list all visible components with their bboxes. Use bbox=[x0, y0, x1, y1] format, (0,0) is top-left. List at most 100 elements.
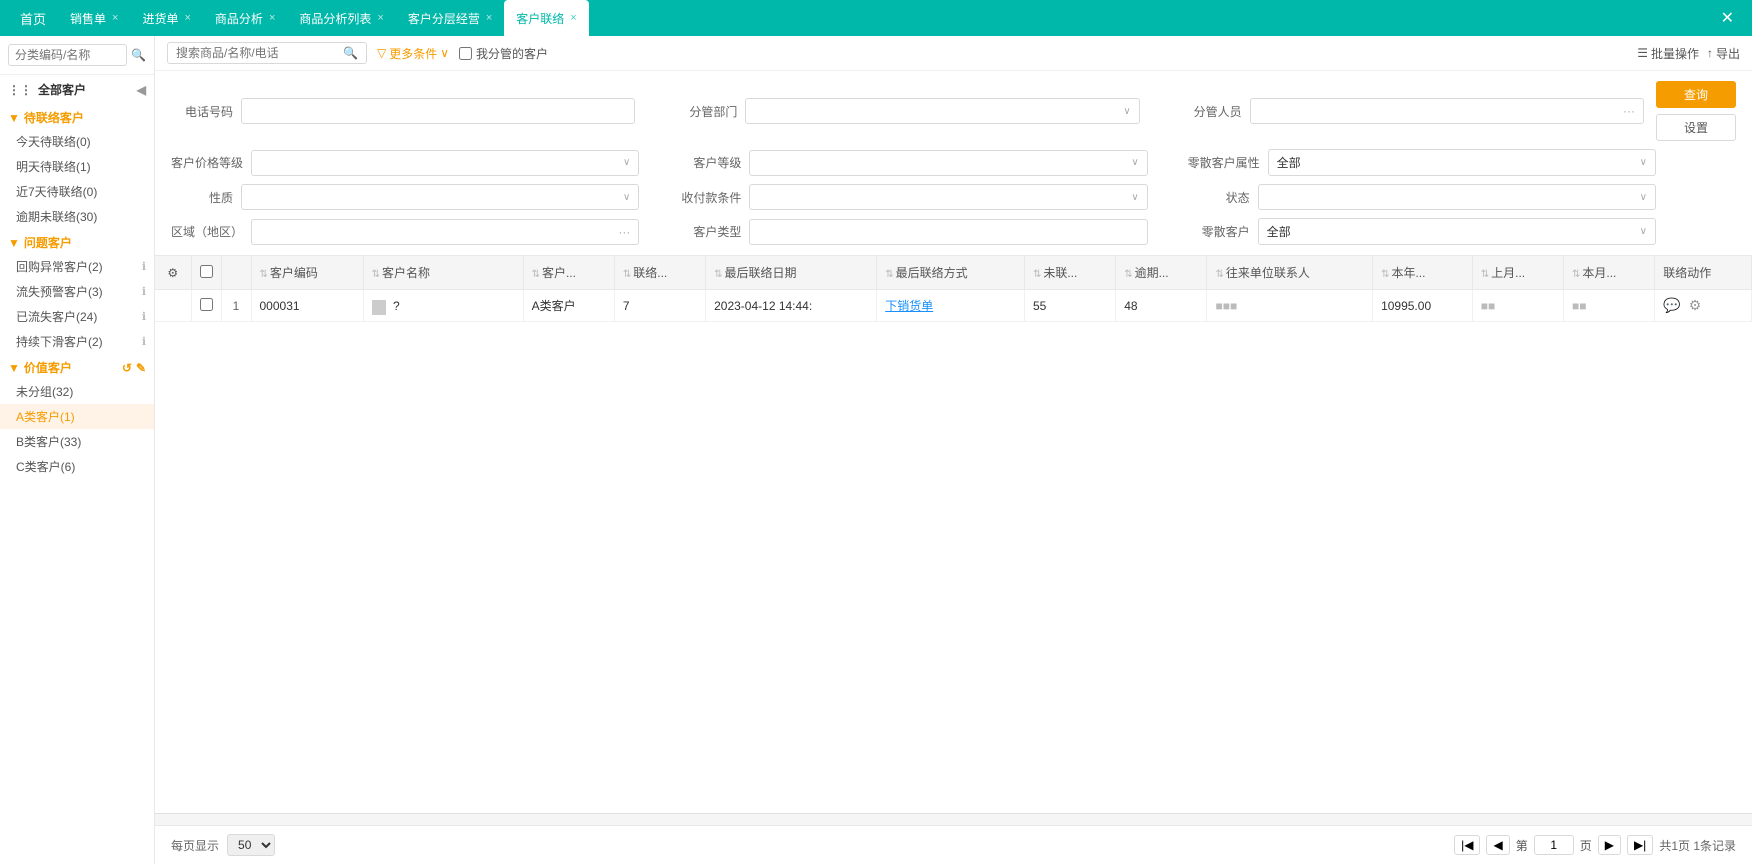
phone-select[interactable] bbox=[241, 98, 635, 124]
export-icon: ↑ bbox=[1707, 46, 1713, 60]
app-close-button[interactable]: ✕ bbox=[1711, 10, 1744, 27]
sidebar-item-b-class[interactable]: B类客户(33) bbox=[0, 429, 154, 454]
nature-select[interactable]: ∨ bbox=[241, 184, 639, 210]
triangle-icon-2: ▼ bbox=[8, 236, 20, 250]
sort-icon-uncontacted: ⇅ bbox=[1033, 269, 1041, 280]
sidebar-item-7days[interactable]: 近7天待联络(0) bbox=[0, 179, 154, 204]
nav-home[interactable]: 首页 bbox=[8, 0, 58, 36]
row-code-cell: 000031 bbox=[251, 290, 363, 322]
filter-bar-right: ☰ 批量操作 ↑ 导出 bbox=[1637, 45, 1740, 62]
value-customers-group: ▼ 价值客户 ↺ ✎ bbox=[0, 354, 154, 379]
unit-contact-value: ■■■ bbox=[1215, 299, 1237, 313]
sidebar-item-a-class[interactable]: A类客户(1) bbox=[0, 404, 154, 429]
query-button[interactable]: 查询 bbox=[1656, 81, 1736, 108]
retail-attr-select[interactable]: 全部 ∨ bbox=[1268, 149, 1656, 176]
close-analysis-list-tab[interactable]: × bbox=[377, 12, 383, 24]
payment-label: 收付款条件 bbox=[679, 189, 749, 206]
status-filter-cell: 状态 ∨ bbox=[1188, 184, 1656, 210]
customer-type-select[interactable] bbox=[749, 219, 1147, 245]
settings-button[interactable]: 设置 bbox=[1656, 114, 1736, 141]
sidebar-item-tomorrow[interactable]: 明天待联络(1) bbox=[0, 154, 154, 179]
nav-tab-customer-contact[interactable]: 客户联络 × bbox=[504, 0, 588, 36]
row-this-month-cell: ■■ bbox=[1564, 290, 1655, 322]
type-col-header[interactable]: ⇅客户... bbox=[523, 256, 614, 290]
region-filter-cell: 区域（地区） ··· bbox=[171, 219, 639, 245]
row-contact-cell: 7 bbox=[614, 290, 705, 322]
row-checkbox[interactable] bbox=[200, 298, 213, 311]
refresh-icon[interactable]: ↺ bbox=[122, 361, 132, 375]
nav-tab-purchase[interactable]: 进货单 × bbox=[130, 0, 202, 36]
settings-col-header[interactable]: ⚙ bbox=[155, 256, 191, 290]
sidebar-item-churn-warning[interactable]: 流失预警客户(3) ℹ bbox=[0, 279, 154, 304]
name-col-header[interactable]: ⇅客户名称 bbox=[363, 256, 523, 290]
chat-action-icon[interactable]: 💬 bbox=[1663, 297, 1680, 314]
contact-col-header[interactable]: ⇅联络... bbox=[614, 256, 705, 290]
problem-customers-group[interactable]: ▼ 问题客户 bbox=[0, 229, 154, 254]
last-method-col-header[interactable]: ⇅最后联络方式 bbox=[877, 256, 1025, 290]
row-num-cell: 1 bbox=[221, 290, 251, 322]
price-grade-filter-cell: 客户价格等级 ∨ bbox=[171, 150, 639, 176]
sidebar-item-churned[interactable]: 已流失客户(24) ℹ bbox=[0, 304, 154, 329]
next-page-button[interactable]: ▶ bbox=[1598, 835, 1621, 855]
horizontal-scrollbar[interactable] bbox=[155, 813, 1752, 825]
uncontacted-col-header[interactable]: ⇅未联... bbox=[1024, 256, 1115, 290]
per-page-select[interactable]: 50 bbox=[227, 834, 275, 856]
pending-contact-group[interactable]: ▼ 待联络客户 bbox=[0, 104, 154, 129]
sidebar-item-declining[interactable]: 持续下滑客户(2) ℹ bbox=[0, 329, 154, 354]
code-col-header[interactable]: ⇅客户编码 bbox=[251, 256, 363, 290]
nav-tab-customer-segment[interactable]: 客户分层经营 × bbox=[396, 0, 504, 36]
my-customers-checkbox[interactable] bbox=[459, 47, 472, 60]
sidebar-item-today[interactable]: 今天待联络(0) bbox=[0, 129, 154, 154]
category-search-input[interactable] bbox=[8, 44, 127, 66]
sidebar-item-ungrouped[interactable]: 未分组(32) bbox=[0, 379, 154, 404]
price-grade-select[interactable]: ∨ bbox=[251, 150, 639, 176]
sidebar-item-overdue[interactable]: 逾期未联络(30) bbox=[0, 204, 154, 229]
customer-grade-select[interactable]: ∨ bbox=[749, 150, 1147, 176]
page-label: 第 bbox=[1516, 837, 1528, 854]
last-page-button[interactable]: ▶| bbox=[1627, 835, 1653, 855]
page-number-input[interactable] bbox=[1534, 835, 1574, 855]
status-select[interactable]: ∨ bbox=[1258, 184, 1656, 210]
unit-contact-col-header[interactable]: ⇅往来单位联系人 bbox=[1207, 256, 1373, 290]
prev-page-button[interactable]: ◀ bbox=[1486, 835, 1509, 855]
sidebar-item-c-class[interactable]: C类客户(6) bbox=[0, 454, 154, 479]
chevron-down-icon: ∨ bbox=[440, 46, 449, 60]
retail-attr-label: 零散客户属性 bbox=[1188, 154, 1268, 171]
row-last-month-cell: ■■ bbox=[1472, 290, 1563, 322]
edit-icon[interactable]: ✎ bbox=[136, 361, 146, 375]
close-contact-tab[interactable]: × bbox=[570, 12, 576, 24]
sort-icon-type: ⇅ bbox=[532, 269, 540, 280]
dept-select[interactable]: ∨ bbox=[745, 98, 1139, 124]
close-segment-tab[interactable]: × bbox=[486, 12, 492, 24]
sidebar-collapse-button[interactable]: ◀ bbox=[137, 83, 146, 97]
category-search-icon[interactable]: 🔍 bbox=[131, 48, 146, 62]
region-more-icon: ··· bbox=[618, 225, 630, 239]
sidebar-item-abnormal[interactable]: 回购异常客户(2) ℹ bbox=[0, 254, 154, 279]
nav-tab-sales[interactable]: 销售单 × bbox=[58, 0, 130, 36]
nav-tab-analysis-list[interactable]: 商品分析列表 × bbox=[287, 0, 395, 36]
more-action-icon[interactable]: ⚙ bbox=[1689, 297, 1702, 314]
last-month-col-header[interactable]: ⇅上月... bbox=[1472, 256, 1563, 290]
export-button[interactable]: ↑ 导出 bbox=[1707, 45, 1740, 62]
contact-method-link[interactable]: 下销货单 bbox=[885, 299, 933, 313]
this-month-col-header[interactable]: ⇅本月... bbox=[1564, 256, 1655, 290]
main-search-icon[interactable]: 🔍 bbox=[343, 46, 358, 60]
more-filters-button[interactable]: ▽ 更多条件 ∨ bbox=[377, 45, 449, 62]
close-analysis-tab[interactable]: × bbox=[269, 12, 275, 24]
last-date-col-header[interactable]: ⇅最后联络日期 bbox=[706, 256, 877, 290]
region-select[interactable]: ··· bbox=[251, 219, 639, 245]
overdue-col-header[interactable]: ⇅逾期... bbox=[1116, 256, 1207, 290]
batch-operation-button[interactable]: ☰ 批量操作 bbox=[1637, 45, 1699, 62]
table-header-row: ⚙ ⇅客户编码 ⇅客户名称 ⇅客户... ⇅联络... ⇅最后联络日期 ⇅最后联… bbox=[155, 256, 1752, 290]
select-all-checkbox[interactable] bbox=[200, 265, 213, 278]
close-sales-tab[interactable]: × bbox=[112, 12, 118, 24]
person-select[interactable]: ··· bbox=[1250, 98, 1644, 124]
first-page-button[interactable]: |◀ bbox=[1454, 835, 1480, 855]
nav-tab-analysis[interactable]: 商品分析 × bbox=[203, 0, 287, 36]
main-search-input[interactable] bbox=[176, 46, 343, 60]
retail-customer-select[interactable]: 全部 ∨ bbox=[1258, 218, 1656, 245]
row-name-cell: ■ ? bbox=[363, 290, 523, 322]
close-purchase-tab[interactable]: × bbox=[184, 12, 190, 24]
payment-select[interactable]: ∨ bbox=[749, 184, 1147, 210]
this-year-col-header[interactable]: ⇅本年... bbox=[1373, 256, 1473, 290]
